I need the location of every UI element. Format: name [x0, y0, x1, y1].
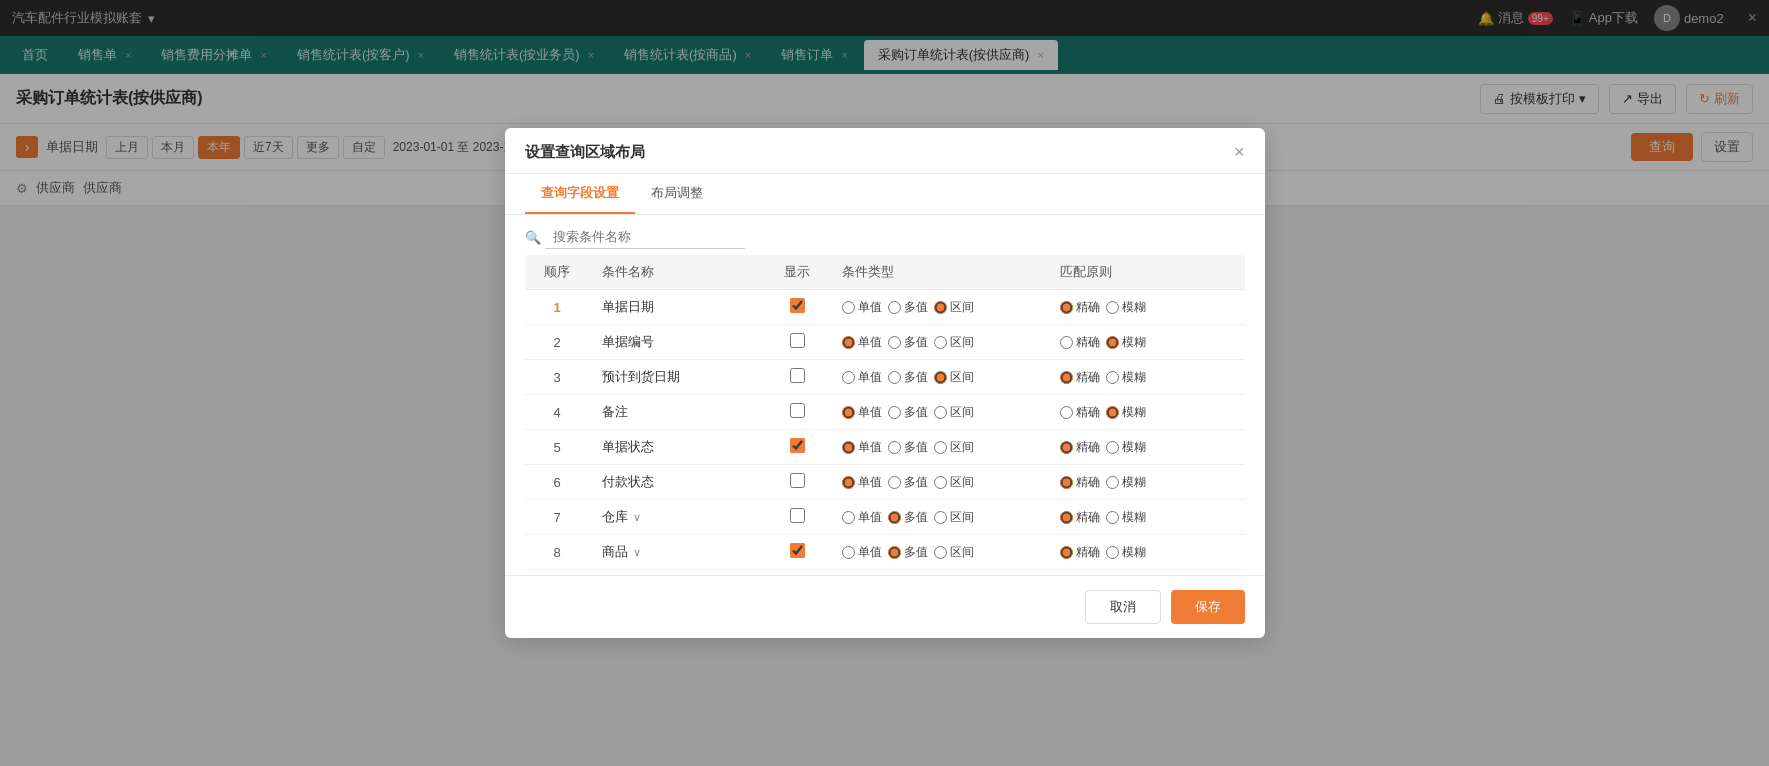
modal-title: 设置查询区域布局: [525, 143, 645, 162]
modal-header: 设置查询区域布局 ×: [505, 128, 1265, 174]
tab-layout-adjust[interactable]: 布局调整: [635, 174, 719, 206]
modal-overlay: 设置查询区域布局 × 查询字段设置 布局调整 🔍 顺序: [0, 0, 1769, 206]
tab-layout-adjust-label: 布局调整: [651, 185, 703, 200]
modal-tabs: 查询字段设置 布局调整: [505, 174, 1265, 206]
tab-query-fields-label: 查询字段设置: [541, 185, 619, 200]
settings-modal: 设置查询区域布局 × 查询字段设置 布局调整 🔍 顺序: [505, 128, 1265, 206]
modal-close-button[interactable]: ×: [1234, 142, 1245, 163]
tab-query-fields[interactable]: 查询字段设置: [525, 174, 635, 206]
